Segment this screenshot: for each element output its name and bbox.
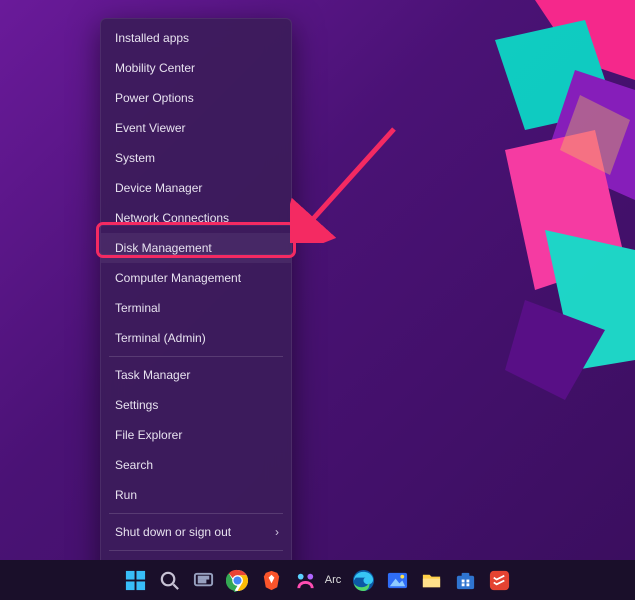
todoist-icon[interactable] bbox=[488, 569, 511, 592]
menu-separator bbox=[109, 356, 283, 357]
menu-item-event-viewer[interactable]: Event Viewer bbox=[101, 113, 291, 143]
menu-separator bbox=[109, 513, 283, 514]
menu-item-terminal-admin[interactable]: Terminal (Admin) bbox=[101, 323, 291, 353]
arc-icon[interactable] bbox=[294, 569, 317, 592]
file-explorer-icon[interactable] bbox=[420, 569, 443, 592]
menu-item-label: Task Manager bbox=[115, 368, 190, 382]
winx-menu: Installed apps Mobility Center Power Opt… bbox=[100, 18, 292, 589]
start-icon[interactable] bbox=[124, 569, 147, 592]
microsoft-store-icon[interactable] bbox=[454, 569, 477, 592]
menu-item-label: Settings bbox=[115, 398, 158, 412]
arc-label: Arc bbox=[325, 574, 342, 586]
menu-item-label: Computer Management bbox=[115, 271, 241, 285]
menu-item-mobility-center[interactable]: Mobility Center bbox=[101, 53, 291, 83]
menu-item-label: Device Manager bbox=[115, 181, 202, 195]
menu-item-computer-management[interactable]: Computer Management bbox=[101, 263, 291, 293]
menu-item-installed-apps[interactable]: Installed apps bbox=[101, 23, 291, 53]
wallpaper-art bbox=[375, 0, 635, 420]
edge-icon[interactable] bbox=[352, 569, 375, 592]
menu-item-system[interactable]: System bbox=[101, 143, 291, 173]
menu-item-label: Terminal (Admin) bbox=[115, 331, 206, 345]
desktop-background: Installed apps Mobility Center Power Opt… bbox=[0, 0, 635, 600]
brave-icon[interactable] bbox=[260, 569, 283, 592]
task-view-icon[interactable] bbox=[192, 569, 215, 592]
menu-item-power-options[interactable]: Power Options bbox=[101, 83, 291, 113]
annotation-arrow bbox=[290, 123, 400, 243]
menu-item-label: File Explorer bbox=[115, 428, 182, 442]
menu-item-disk-management[interactable]: Disk Management bbox=[101, 233, 291, 263]
menu-item-label: Search bbox=[115, 458, 153, 472]
search-icon[interactable] bbox=[158, 569, 181, 592]
menu-item-label: Disk Management bbox=[115, 241, 212, 255]
menu-item-label: Network Connections bbox=[115, 211, 229, 225]
menu-item-label: Installed apps bbox=[115, 31, 189, 45]
menu-item-terminal[interactable]: Terminal bbox=[101, 293, 291, 323]
menu-item-label: Mobility Center bbox=[115, 61, 195, 75]
menu-item-settings[interactable]: Settings bbox=[101, 390, 291, 420]
taskbar: Arc bbox=[0, 560, 635, 600]
menu-item-search[interactable]: Search bbox=[101, 450, 291, 480]
menu-item-device-manager[interactable]: Device Manager bbox=[101, 173, 291, 203]
chrome-icon[interactable] bbox=[226, 569, 249, 592]
menu-item-task-manager[interactable]: Task Manager bbox=[101, 360, 291, 390]
menu-item-label: Event Viewer bbox=[115, 121, 185, 135]
menu-item-shutdown[interactable]: Shut down or sign out › bbox=[101, 517, 291, 547]
photos-icon[interactable] bbox=[386, 569, 409, 592]
menu-item-label: Shut down or sign out bbox=[115, 525, 231, 539]
menu-separator bbox=[109, 550, 283, 551]
chevron-right-icon: › bbox=[275, 525, 279, 539]
menu-item-file-explorer[interactable]: File Explorer bbox=[101, 420, 291, 450]
menu-item-label: System bbox=[115, 151, 155, 165]
menu-item-label: Run bbox=[115, 488, 137, 502]
menu-item-run[interactable]: Run bbox=[101, 480, 291, 510]
menu-item-label: Power Options bbox=[115, 91, 194, 105]
menu-item-network-connections[interactable]: Network Connections bbox=[101, 203, 291, 233]
menu-item-label: Terminal bbox=[115, 301, 160, 315]
